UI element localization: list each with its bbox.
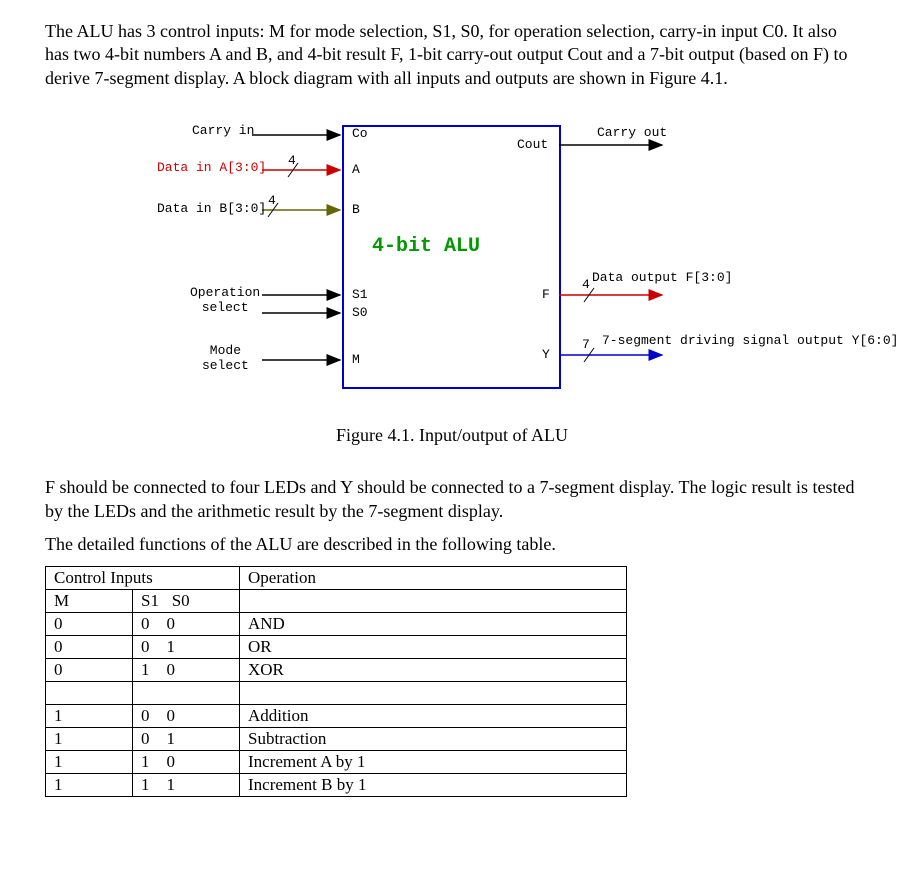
cell-m: 1: [46, 751, 133, 774]
label-op-select: Operation select: [190, 285, 260, 315]
cell-op: [240, 682, 627, 705]
cell-op: Addition: [240, 705, 627, 728]
cell-op: AND: [240, 613, 627, 636]
cell-s: 0 0: [133, 705, 240, 728]
port-a: A: [352, 162, 360, 177]
bus-width-f: 4: [582, 277, 590, 292]
cell-s: 0 1: [133, 636, 240, 659]
cell-m: 1: [46, 728, 133, 751]
label-seven-seg: 7-segment driving signal output Y[6:0]: [602, 333, 898, 348]
port-f: F: [542, 287, 550, 302]
bus-width-y: 7: [582, 337, 590, 352]
port-y: Y: [542, 347, 550, 362]
table-row: 10 1Subtraction: [46, 728, 627, 751]
cell-s: [133, 682, 240, 705]
port-b: B: [352, 202, 360, 217]
hdr-operation: Operation: [240, 567, 627, 590]
port-s0: S0: [352, 305, 368, 320]
hdr-control: Control Inputs: [46, 567, 240, 590]
cell-op: XOR: [240, 659, 627, 682]
cell-m: 1: [46, 705, 133, 728]
alu-title: 4-bit ALU: [372, 235, 480, 258]
table-row: 00 0AND: [46, 613, 627, 636]
table-intro-paragraph: The detailed functions of the ALU are de…: [45, 533, 859, 556]
hdr-s1s0: S1 S0: [133, 590, 240, 613]
leds-paragraph: F should be connected to four LEDs and Y…: [45, 476, 859, 523]
cell-m: 0: [46, 613, 133, 636]
cell-op: OR: [240, 636, 627, 659]
bus-width-a: 4: [288, 153, 296, 168]
label-data-out: Data output F[3:0]: [592, 270, 732, 285]
cell-s: 1 1: [133, 774, 240, 797]
port-co: Co: [352, 126, 368, 141]
cell-op: Increment A by 1: [240, 751, 627, 774]
table-row: 11 0Increment A by 1: [46, 751, 627, 774]
cell-op: Increment B by 1: [240, 774, 627, 797]
table-row: 10 0Addition: [46, 705, 627, 728]
cell-s: 1 0: [133, 751, 240, 774]
cell-m: 0: [46, 636, 133, 659]
port-cout: Cout: [517, 137, 548, 152]
port-s1: S1: [352, 287, 368, 302]
intro-paragraph: The ALU has 3 control inputs: M for mode…: [45, 20, 859, 90]
cell-s: 1 0: [133, 659, 240, 682]
port-m: M: [352, 352, 360, 367]
label-data-b: Data in B[3:0]: [157, 201, 266, 216]
table-row: 11 1Increment B by 1: [46, 774, 627, 797]
hdr-op-blank: [240, 590, 627, 613]
table-row: [46, 682, 627, 705]
figure-caption: Figure 4.1. Input/output of ALU: [45, 425, 859, 446]
cell-m: 1: [46, 774, 133, 797]
cell-s: 0 0: [133, 613, 240, 636]
label-carry-in: Carry in: [192, 123, 254, 138]
cell-m: 0: [46, 659, 133, 682]
cell-s: 0 1: [133, 728, 240, 751]
table-row: Control Inputs Operation: [46, 567, 627, 590]
table-row: M S1 S0: [46, 590, 627, 613]
bus-width-b: 4: [268, 193, 276, 208]
function-table: Control Inputs Operation M S1 S0 00 0AND…: [45, 566, 627, 797]
alu-block-diagram: 4-bit ALU: [82, 115, 822, 415]
label-carry-out: Carry out: [597, 125, 667, 140]
table-row: 00 1OR: [46, 636, 627, 659]
label-mode-select: Mode select: [202, 343, 249, 373]
cell-m: [46, 682, 133, 705]
label-data-a: Data in A[3:0]: [157, 160, 266, 175]
cell-op: Subtraction: [240, 728, 627, 751]
table-row: 01 0XOR: [46, 659, 627, 682]
hdr-m: M: [46, 590, 133, 613]
